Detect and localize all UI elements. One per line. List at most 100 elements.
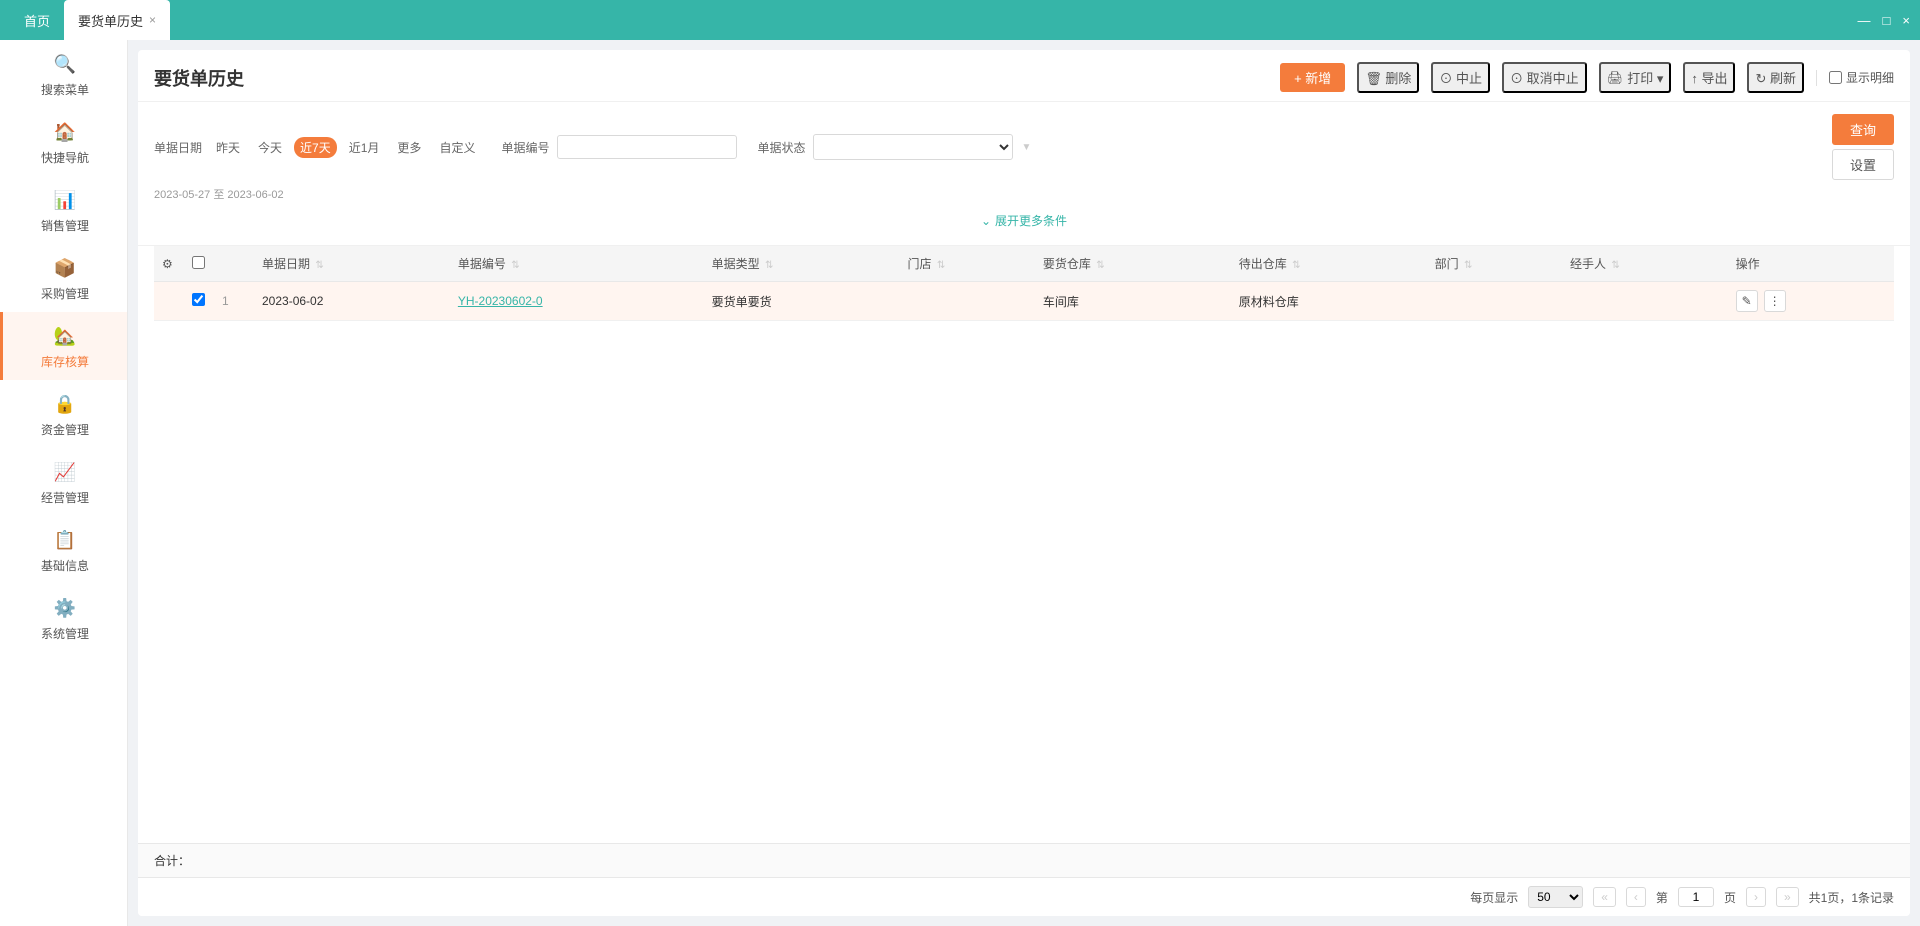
row-more-button[interactable]: ⋮ <box>1764 290 1786 312</box>
page-label: 第 <box>1656 889 1668 906</box>
row-store-cell <box>899 282 1034 321</box>
sidebar-item-quick-nav[interactable]: 🏠 快捷导航 <box>0 108 127 176</box>
query-buttons: 查询 设置 <box>1832 114 1894 180</box>
row-doc-no-cell: YH-20230602-0 <box>450 282 704 321</box>
page-number-input[interactable] <box>1678 887 1714 907</box>
sidebar-item-operations-mgmt[interactable]: 📈 经营管理 <box>0 448 127 516</box>
row-pending-warehouse-cell: 原材料仓库 <box>1231 282 1427 321</box>
window-minimize-btn[interactable]: — <box>1858 13 1871 28</box>
row-checkbox[interactable] <box>192 293 205 306</box>
col-req-warehouse: 要货仓库 ⇅ <box>1035 246 1231 282</box>
total-info: 共1页，1条记录 <box>1809 889 1894 906</box>
setting-button[interactable]: 设置 <box>1832 149 1894 180</box>
filter-group-status: 单据状态 ▼ <box>757 134 1031 160</box>
data-table: ⚙ 单据日期 ⇅ 单据编号 <box>154 246 1894 321</box>
date-tab-7days[interactable]: 近7天 <box>294 137 337 158</box>
req-warehouse-col-label: 要货仓库 <box>1043 257 1091 271</box>
col-action: 操作 <box>1728 246 1894 282</box>
sidebar-item-basic-info[interactable]: 📋 基础信息 <box>0 516 127 584</box>
row-edit-button[interactable]: ✎ <box>1736 290 1758 312</box>
window-close-btn[interactable]: × <box>1902 13 1910 28</box>
display-detail-checkbox[interactable] <box>1829 71 1842 84</box>
col-handler: 经手人 ⇅ <box>1562 246 1728 282</box>
system-mgmt-icon: ⚙️ <box>54 598 76 619</box>
sidebar-item-inventory[interactable]: 🏡 库存核算 <box>0 312 127 380</box>
doc-no-label: 单据编号 <box>501 139 549 156</box>
row-num: 1 <box>222 294 229 308</box>
expand-more-btn[interactable]: ⌄ 展开更多条件 <box>981 208 1067 233</box>
table-row: 1 2023-06-02 YH-20230602-0 要货单要货 <box>154 282 1894 321</box>
col-store: 门店 ⇅ <box>899 246 1034 282</box>
cancel-stop-button[interactable]: ⊙ 取消中止 <box>1502 62 1587 93</box>
export-button[interactable]: ↑ 导出 <box>1683 62 1735 93</box>
prev-page-button[interactable]: ‹ <box>1626 887 1646 907</box>
filter-row-1: 单据日期 昨天 今天 近7天 近1月 更多 自定义 单据编号 <box>154 114 1894 180</box>
tab-requisition-history[interactable]: 要货单历史 × <box>64 0 170 40</box>
sidebar-item-finance-mgmt-label: 资金管理 <box>41 421 89 438</box>
main-layout: 🔍 搜索菜单 🏠 快捷导航 📊 销售管理 📦 采购管理 🏡 库存核算 🔒 资金管… <box>0 40 1920 926</box>
col-doc-type: 单据类型 ⇅ <box>704 246 900 282</box>
display-detail-toggle[interactable]: 显示明细 <box>1829 69 1894 86</box>
doc-no-sort-icon[interactable]: ⇅ <box>511 260 519 271</box>
settings-icon[interactable]: ⚙ <box>162 257 173 271</box>
row-doc-date-cell: 2023-06-02 <box>254 282 450 321</box>
col-doc-date: 单据日期 ⇅ <box>254 246 450 282</box>
req-warehouse-sort-icon[interactable]: ⇅ <box>1096 260 1104 271</box>
window-maximize-btn[interactable]: □ <box>1883 13 1891 28</box>
col-pending-warehouse: 待出仓库 ⇅ <box>1231 246 1427 282</box>
stop-button[interactable]: ⊙ 中止 <box>1431 62 1490 93</box>
status-select[interactable] <box>813 134 1013 160</box>
page-size-select[interactable]: 50 10 20 100 <box>1528 886 1583 908</box>
action-col-label: 操作 <box>1736 257 1760 271</box>
col-checkbox <box>184 246 214 282</box>
date-tab-today[interactable]: 今天 <box>252 137 288 158</box>
filter-group-docno: 单据编号 <box>501 135 737 159</box>
sidebar-item-purchase-mgmt[interactable]: 📦 采购管理 <box>0 244 127 312</box>
date-range-display: 2023-05-27 至 2023-06-02 <box>154 186 1894 202</box>
doc-no-input[interactable] <box>557 135 737 159</box>
pagination-bar: 每页显示 50 10 20 100 « ‹ 第 页 › » 共1页，1条记录 <box>138 877 1910 916</box>
table-area: ⚙ 单据日期 ⇅ 单据编号 <box>138 246 1910 843</box>
sidebar-item-system-mgmt-label: 系统管理 <box>41 625 89 642</box>
sidebar-item-system-mgmt[interactable]: ⚙️ 系统管理 <box>0 584 127 652</box>
sidebar-item-search-menu[interactable]: 🔍 搜索菜单 <box>0 40 127 108</box>
date-tab-yesterday[interactable]: 昨天 <box>210 137 246 158</box>
doc-type-col-label: 单据类型 <box>712 257 760 271</box>
sales-mgmt-icon: 📊 <box>54 190 76 211</box>
expand-btn-label: 展开更多条件 <box>995 212 1067 229</box>
next-page-button[interactable]: › <box>1746 887 1766 907</box>
department-sort-icon[interactable]: ⇅ <box>1464 260 1472 271</box>
row-actions: ✎ ⋮ <box>1736 290 1886 312</box>
doc-no-col-label: 单据编号 <box>458 257 506 271</box>
print-button[interactable]: 🖨 🖨 打印 打印 ▾ <box>1599 62 1672 93</box>
doc-type-sort-icon[interactable]: ⇅ <box>765 260 773 271</box>
store-sort-icon[interactable]: ⇅ <box>937 260 945 271</box>
query-button[interactable]: 查询 <box>1832 114 1894 145</box>
col-num <box>214 246 254 282</box>
operations-mgmt-icon: 📈 <box>54 462 76 483</box>
date-tab-1month[interactable]: 近1月 <box>343 137 386 158</box>
last-page-button[interactable]: » <box>1776 887 1799 907</box>
first-page-button[interactable]: « <box>1593 887 1616 907</box>
sidebar-item-finance-mgmt[interactable]: 🔒 资金管理 <box>0 380 127 448</box>
doc-date-sort-icon[interactable]: ⇅ <box>315 260 323 271</box>
delete-button[interactable]: 🗑 删除 <box>1357 62 1419 93</box>
pending-warehouse-sort-icon[interactable]: ⇅ <box>1292 260 1300 271</box>
handler-sort-icon[interactable]: ⇅ <box>1611 260 1619 271</box>
row-doc-no-link[interactable]: YH-20230602-0 <box>458 294 543 308</box>
sidebar-item-sales-mgmt[interactable]: 📊 销售管理 <box>0 176 127 244</box>
refresh-button[interactable]: ↻ 刷新 <box>1747 62 1804 93</box>
sidebar-item-purchase-mgmt-label: 采购管理 <box>41 285 89 302</box>
date-tab-more[interactable]: 更多 <box>391 137 427 158</box>
sidebar-item-basic-info-label: 基础信息 <box>41 557 89 574</box>
pending-warehouse-col-label: 待出仓库 <box>1239 257 1287 271</box>
status-label: 单据状态 <box>757 139 805 156</box>
select-all-checkbox[interactable] <box>192 256 205 269</box>
page-card: 要货单历史 + 新增 🗑 删除 ⊙ 中止 ⊙ 取消中止 🖨 🖨 打印 打印 ▾ … <box>138 50 1910 916</box>
date-tab-custom[interactable]: 自定义 <box>433 137 481 158</box>
row-action-cell: ✎ ⋮ <box>1728 282 1894 321</box>
close-tab-icon[interactable]: × <box>149 13 156 27</box>
tab-home[interactable]: 首页 <box>10 0 64 40</box>
tab-home-label: 首页 <box>24 11 50 30</box>
new-button[interactable]: + 新增 <box>1280 63 1345 92</box>
